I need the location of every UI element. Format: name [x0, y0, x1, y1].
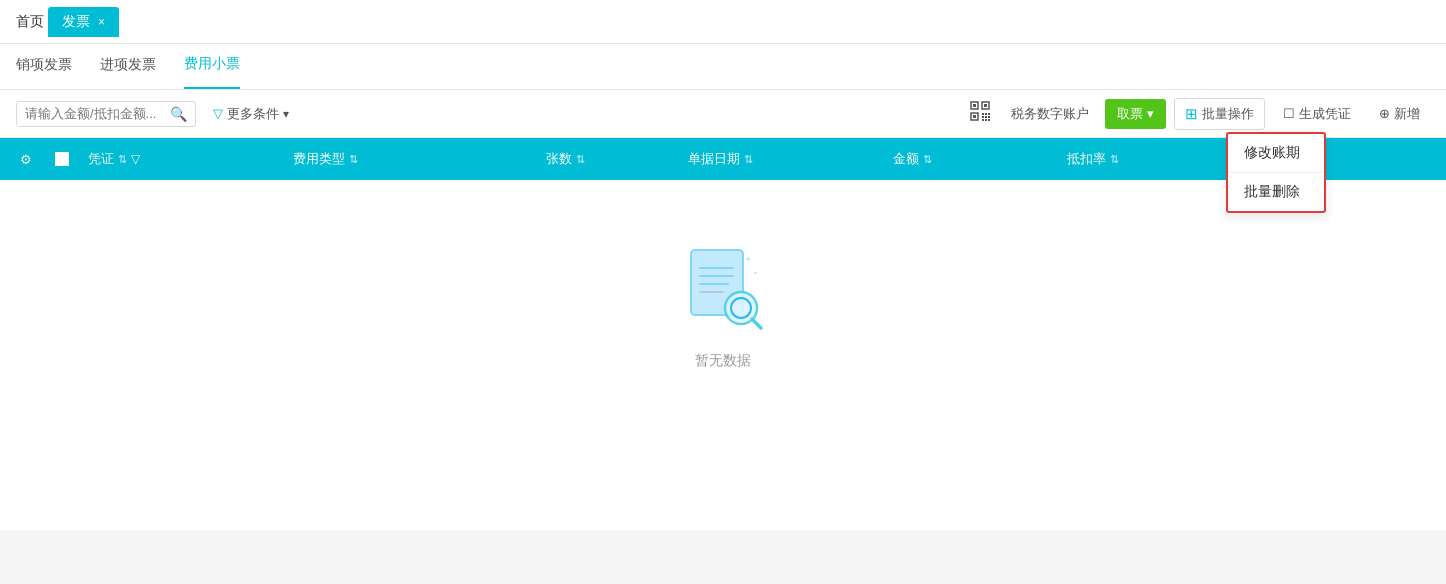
take-ticket-button[interactable]: 取票 ▾ — [1105, 99, 1166, 129]
filter-button[interactable]: ▽ 更多条件 — [204, 100, 298, 128]
count-sort-icon[interactable]: ⇅ — [576, 153, 585, 166]
sub-nav-input-invoice[interactable]: 进项发票 — [100, 44, 156, 89]
add-icon: ⊕ — [1379, 106, 1390, 121]
svg-rect-12 — [982, 119, 984, 121]
toolbar-left: 🔍 ▽ 更多条件 — [16, 100, 957, 128]
content-area: ✦ ✦ 暂无数据 — [0, 180, 1446, 530]
qr-code-button[interactable] — [965, 96, 995, 131]
svg-rect-9 — [985, 116, 987, 118]
top-nav: 首页 发票 × — [0, 0, 1446, 44]
gen-voucher-button[interactable]: ☐ 生成凭证 — [1273, 99, 1361, 129]
deduction-rate-sort-icon[interactable]: ⇅ — [1110, 153, 1119, 166]
svg-rect-3 — [984, 104, 987, 107]
svg-line-23 — [752, 319, 761, 328]
th-date[interactable]: 单据日期 ⇅ — [680, 150, 885, 168]
svg-rect-13 — [985, 119, 987, 121]
th-amount[interactable]: 金额 ⇅ — [885, 150, 1059, 168]
gen-voucher-icon: ☐ — [1283, 106, 1295, 121]
invoice-tab[interactable]: 发票 × — [48, 7, 119, 37]
batch-op-icon: ⊞ — [1185, 105, 1198, 123]
batch-delete-item[interactable]: 批量删除 — [1228, 172, 1324, 211]
th-count[interactable]: 张数 ⇅ — [538, 150, 680, 168]
th-expense-type[interactable]: 费用类型 ⇅ — [285, 150, 538, 168]
svg-text:✦: ✦ — [753, 270, 758, 276]
th-check[interactable] — [44, 152, 80, 166]
take-ticket-chevron-icon: ▾ — [1147, 106, 1154, 121]
search-icon[interactable]: 🔍 — [170, 106, 187, 122]
gen-voucher-label: 生成凭证 — [1299, 105, 1351, 123]
select-all-checkbox[interactable] — [55, 152, 69, 166]
invoice-tab-label: 发票 — [62, 13, 90, 31]
svg-rect-10 — [988, 113, 990, 115]
add-button[interactable]: ⊕ 新增 — [1369, 99, 1430, 129]
sub-nav-expense-ticket[interactable]: 费用小票 — [184, 44, 240, 89]
filter-chevron-icon — [283, 106, 289, 121]
svg-rect-11 — [988, 116, 990, 118]
svg-rect-6 — [982, 113, 984, 115]
voucher-sort-icon[interactable]: ⇅ — [118, 153, 127, 166]
tax-account-button[interactable]: 税务数字账户 — [1003, 101, 1097, 127]
invoice-tab-close[interactable]: × — [98, 15, 105, 29]
take-ticket-label: 取票 — [1117, 105, 1143, 123]
toolbar-right: 税务数字账户 取票 ▾ ⊞ 批量操作 ☐ 生成凭证 ⊕ 新增 — [965, 96, 1430, 131]
sub-nav-sales-invoice[interactable]: 销项发票 — [16, 44, 72, 89]
amount-sort-icon[interactable]: ⇅ — [923, 153, 932, 166]
empty-illustration: ✦ ✦ — [673, 240, 773, 340]
filter-label: 更多条件 — [227, 105, 279, 123]
batch-operation-button[interactable]: ⊞ 批量操作 — [1174, 98, 1265, 130]
add-label: 新增 — [1394, 105, 1420, 123]
th-voucher[interactable]: 凭证 ⇅ ▽ — [80, 150, 285, 168]
th-settings[interactable]: ⚙ — [8, 152, 44, 167]
search-input[interactable] — [25, 106, 170, 121]
qr-code-icon — [969, 100, 991, 122]
empty-state: ✦ ✦ 暂无数据 — [0, 180, 1446, 430]
expense-type-sort-icon[interactable]: ⇅ — [349, 153, 358, 166]
batch-op-dropdown: 修改账期 批量删除 — [1226, 132, 1326, 213]
th-deduction-rate[interactable]: 抵扣率 ⇅ — [1059, 150, 1233, 168]
modify-period-item[interactable]: 修改账期 — [1228, 134, 1324, 172]
home-link[interactable]: 首页 — [16, 13, 44, 31]
svg-rect-14 — [988, 119, 990, 121]
svg-text:✦: ✦ — [745, 255, 752, 264]
svg-rect-5 — [973, 115, 976, 118]
date-sort-icon[interactable]: ⇅ — [744, 153, 753, 166]
svg-rect-8 — [982, 116, 984, 118]
batch-op-label: 批量操作 — [1202, 105, 1254, 123]
svg-rect-7 — [985, 113, 987, 115]
sub-nav: 销项发票 进项发票 费用小票 — [0, 44, 1446, 90]
empty-text: 暂无数据 — [695, 352, 751, 370]
settings-icon[interactable]: ⚙ — [20, 152, 32, 167]
search-box[interactable]: 🔍 — [16, 101, 196, 127]
svg-rect-1 — [973, 104, 976, 107]
filter-icon: ▽ — [213, 106, 223, 121]
voucher-filter-icon[interactable]: ▽ — [131, 152, 140, 166]
toolbar: 🔍 ▽ 更多条件 — [0, 90, 1446, 138]
